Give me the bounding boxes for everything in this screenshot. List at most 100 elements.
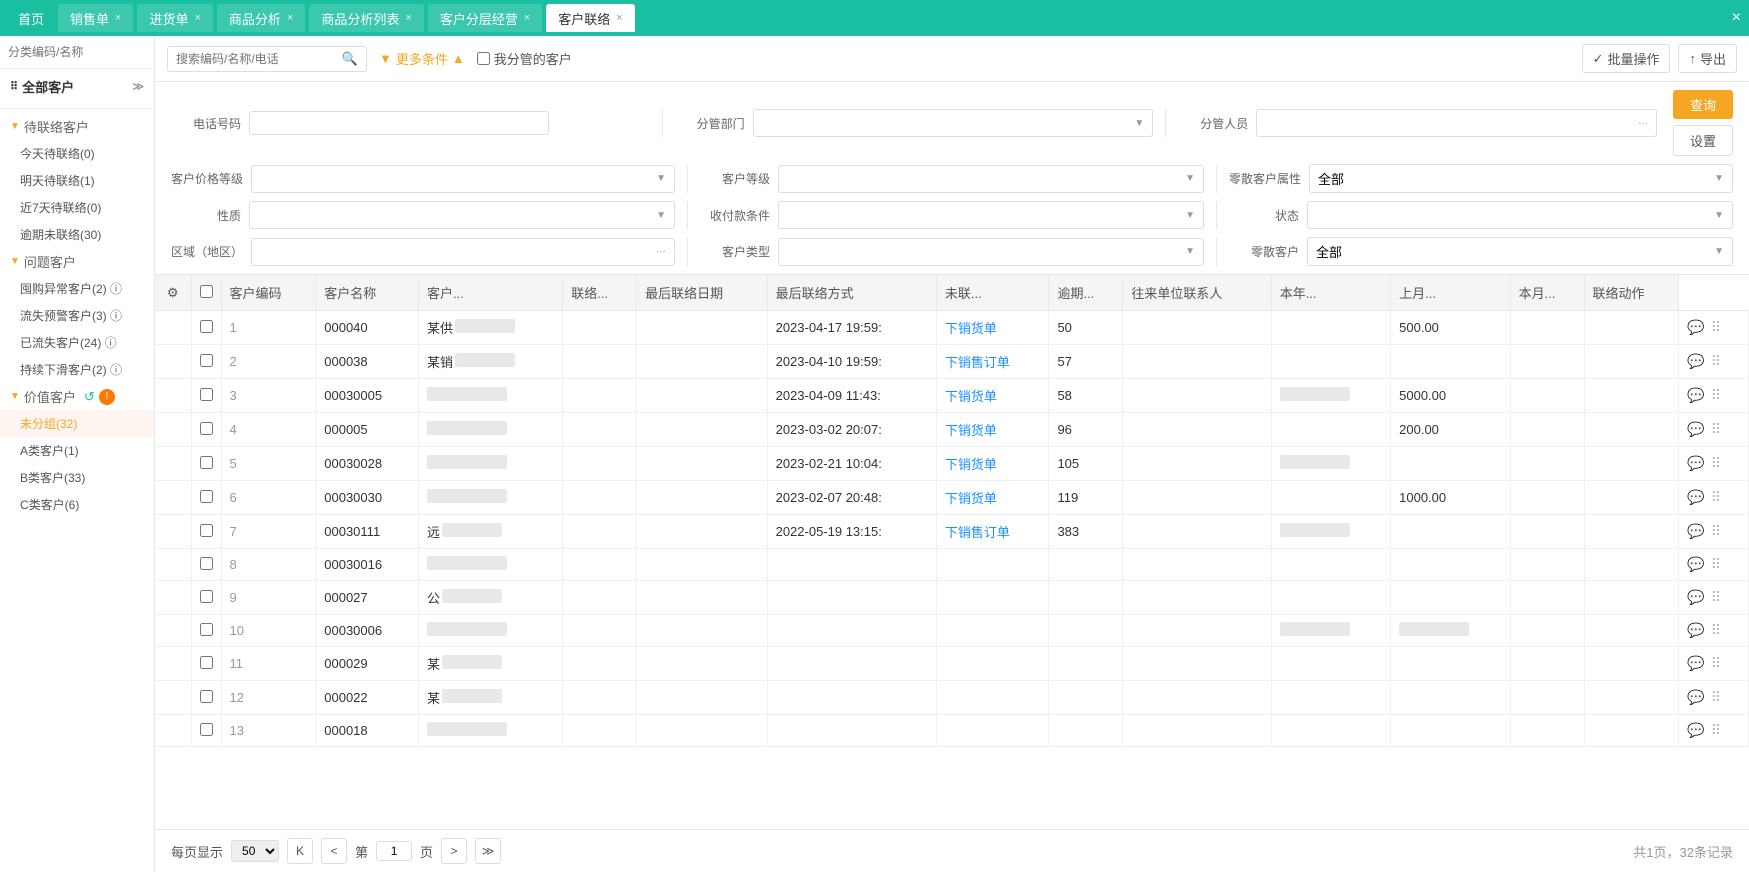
- contact-icon[interactable]: 💬: [1687, 319, 1704, 336]
- last-method-link[interactable]: 下销货单: [945, 321, 997, 336]
- more-icon[interactable]: ⠿: [1711, 319, 1721, 336]
- reset-button[interactable]: 设置: [1673, 125, 1733, 156]
- select-dept[interactable]: ▼: [753, 109, 1154, 137]
- cell-checkbox[interactable]: [191, 515, 221, 549]
- cell-checkbox[interactable]: [191, 447, 221, 481]
- last-page-btn[interactable]: ≫: [475, 838, 501, 864]
- last-method-link[interactable]: 下销货单: [945, 457, 997, 472]
- contact-icon[interactable]: 💬: [1687, 421, 1704, 438]
- contact-icon[interactable]: 💬: [1687, 523, 1704, 540]
- contact-icon[interactable]: 💬: [1687, 489, 1704, 506]
- select-region[interactable]: ···: [251, 238, 675, 266]
- refresh-icon[interactable]: ↺: [84, 389, 95, 405]
- sidebar-item-today[interactable]: 今天待联络(0): [0, 140, 154, 167]
- cell-checkbox[interactable]: [191, 413, 221, 447]
- select-cust-type[interactable]: ▼: [778, 238, 1204, 266]
- group-pending-contact[interactable]: ▼ 待联络客户: [0, 113, 154, 140]
- select-status[interactable]: ▼: [1307, 201, 1733, 229]
- cell-checkbox[interactable]: [191, 681, 221, 715]
- query-button[interactable]: 查询: [1673, 90, 1733, 119]
- batch-op-button[interactable]: ✓ 批量操作: [1582, 44, 1671, 73]
- more-icon[interactable]: ⠿: [1711, 523, 1721, 540]
- more-icon[interactable]: ⠿: [1711, 689, 1721, 706]
- more-icon[interactable]: ⠿: [1711, 622, 1721, 639]
- row-checkbox[interactable]: [200, 723, 213, 736]
- sidebar-item-overdue[interactable]: 逾期未联络(30): [0, 221, 154, 248]
- cell-checkbox[interactable]: [191, 311, 221, 345]
- sidebar-item-churn-warning[interactable]: 流失预警客户(3) ⓘ: [0, 302, 154, 329]
- input-phone[interactable]: [249, 111, 549, 135]
- sidebar-item-a-class[interactable]: A类客户(1): [0, 437, 154, 464]
- tab-sales[interactable]: 销售单 ×: [58, 4, 133, 32]
- last-method-link[interactable]: 下销售订单: [945, 525, 1010, 540]
- main-search-icon[interactable]: 🔍: [342, 51, 358, 67]
- cell-checkbox[interactable]: [191, 549, 221, 581]
- settings-icon[interactable]: ⚙: [167, 285, 179, 300]
- cell-checkbox[interactable]: [191, 715, 221, 747]
- export-button[interactable]: ↑ 导出: [1678, 44, 1737, 73]
- more-icon[interactable]: ⠿: [1711, 455, 1721, 472]
- row-checkbox[interactable]: [200, 320, 213, 333]
- page-size-select[interactable]: 50: [231, 840, 279, 862]
- sidebar-item-b-class[interactable]: B类客户(33): [0, 464, 154, 491]
- row-checkbox[interactable]: [200, 590, 213, 603]
- close-all-icon[interactable]: ×: [1732, 9, 1741, 27]
- select-scatter-attr[interactable]: 全部 ▼: [1309, 164, 1733, 193]
- close-tab-customer-contact[interactable]: ×: [616, 12, 622, 24]
- close-tab-purchase[interactable]: ×: [194, 12, 200, 24]
- sidebar-search-input[interactable]: [8, 45, 155, 59]
- contact-icon[interactable]: 💬: [1687, 689, 1704, 706]
- row-checkbox[interactable]: [200, 354, 213, 367]
- tab-product-analysis[interactable]: 商品分析 ×: [217, 4, 305, 32]
- tab-purchase[interactable]: 进货单 ×: [137, 4, 212, 32]
- sidebar-item-abnormal[interactable]: 囤购异常客户(2) ⓘ: [0, 275, 154, 302]
- contact-icon[interactable]: 💬: [1687, 353, 1704, 370]
- contact-icon[interactable]: 💬: [1687, 455, 1704, 472]
- more-icon[interactable]: ⠿: [1711, 387, 1721, 404]
- more-icon[interactable]: ⠿: [1711, 655, 1721, 672]
- sidebar-item-c-class[interactable]: C类客户(6): [0, 491, 154, 518]
- my-customers-check[interactable]: [477, 52, 490, 65]
- row-checkbox[interactable]: [200, 422, 213, 435]
- tab-customer-contact[interactable]: 客户联络 ×: [546, 4, 634, 32]
- cell-checkbox[interactable]: [191, 481, 221, 515]
- more-icon[interactable]: ⠿: [1711, 589, 1721, 606]
- contact-icon[interactable]: 💬: [1687, 387, 1704, 404]
- col-settings[interactable]: ⚙: [155, 275, 191, 311]
- tab-customer-segment[interactable]: 客户分层经营 ×: [428, 4, 542, 32]
- contact-icon[interactable]: 💬: [1687, 622, 1704, 639]
- sidebar-item-tomorrow[interactable]: 明天待联络(1): [0, 167, 154, 194]
- next-page-btn[interactable]: >: [441, 838, 467, 864]
- first-page-btn[interactable]: K: [287, 838, 313, 864]
- sidebar-item-7days[interactable]: 近7天待联络(0): [0, 194, 154, 221]
- more-icon[interactable]: ⠿: [1711, 353, 1721, 370]
- select-payment[interactable]: ▼: [778, 201, 1204, 229]
- col-checkbox[interactable]: [191, 275, 221, 311]
- contact-icon[interactable]: 💬: [1687, 556, 1704, 573]
- row-checkbox[interactable]: [200, 656, 213, 669]
- sidebar-item-declining[interactable]: 持续下滑客户(2) ⓘ: [0, 356, 154, 383]
- more-conditions-btn[interactable]: ▼ 更多条件 ▲: [379, 49, 465, 68]
- cell-checkbox[interactable]: [191, 345, 221, 379]
- last-method-link[interactable]: 下销货单: [945, 423, 997, 438]
- main-search-input[interactable]: [176, 52, 336, 66]
- select-person[interactable]: ···: [1256, 109, 1657, 137]
- row-checkbox[interactable]: [200, 623, 213, 636]
- prev-page-btn[interactable]: <: [321, 838, 347, 864]
- group-value-customer[interactable]: ▼ 价值客户 ↺ !: [0, 383, 154, 410]
- cell-checkbox[interactable]: [191, 647, 221, 681]
- row-checkbox[interactable]: [200, 490, 213, 503]
- more-icon[interactable]: ⠿: [1711, 722, 1721, 739]
- cell-checkbox[interactable]: [191, 615, 221, 647]
- all-customers-title[interactable]: ⠿ 全部客户 ≫: [0, 69, 154, 104]
- page-input[interactable]: [376, 841, 412, 861]
- last-method-link[interactable]: 下销货单: [945, 491, 997, 506]
- select-scatter-cust[interactable]: 全部 ▼: [1307, 237, 1733, 266]
- last-method-link[interactable]: 下销售订单: [945, 355, 1010, 370]
- contact-icon[interactable]: 💬: [1687, 722, 1704, 739]
- close-tab-product-analysis[interactable]: ×: [287, 12, 293, 24]
- group-problem-customer[interactable]: ▼ 问题客户: [0, 248, 154, 275]
- row-checkbox[interactable]: [200, 388, 213, 401]
- more-icon[interactable]: ⠿: [1711, 556, 1721, 573]
- row-checkbox[interactable]: [200, 690, 213, 703]
